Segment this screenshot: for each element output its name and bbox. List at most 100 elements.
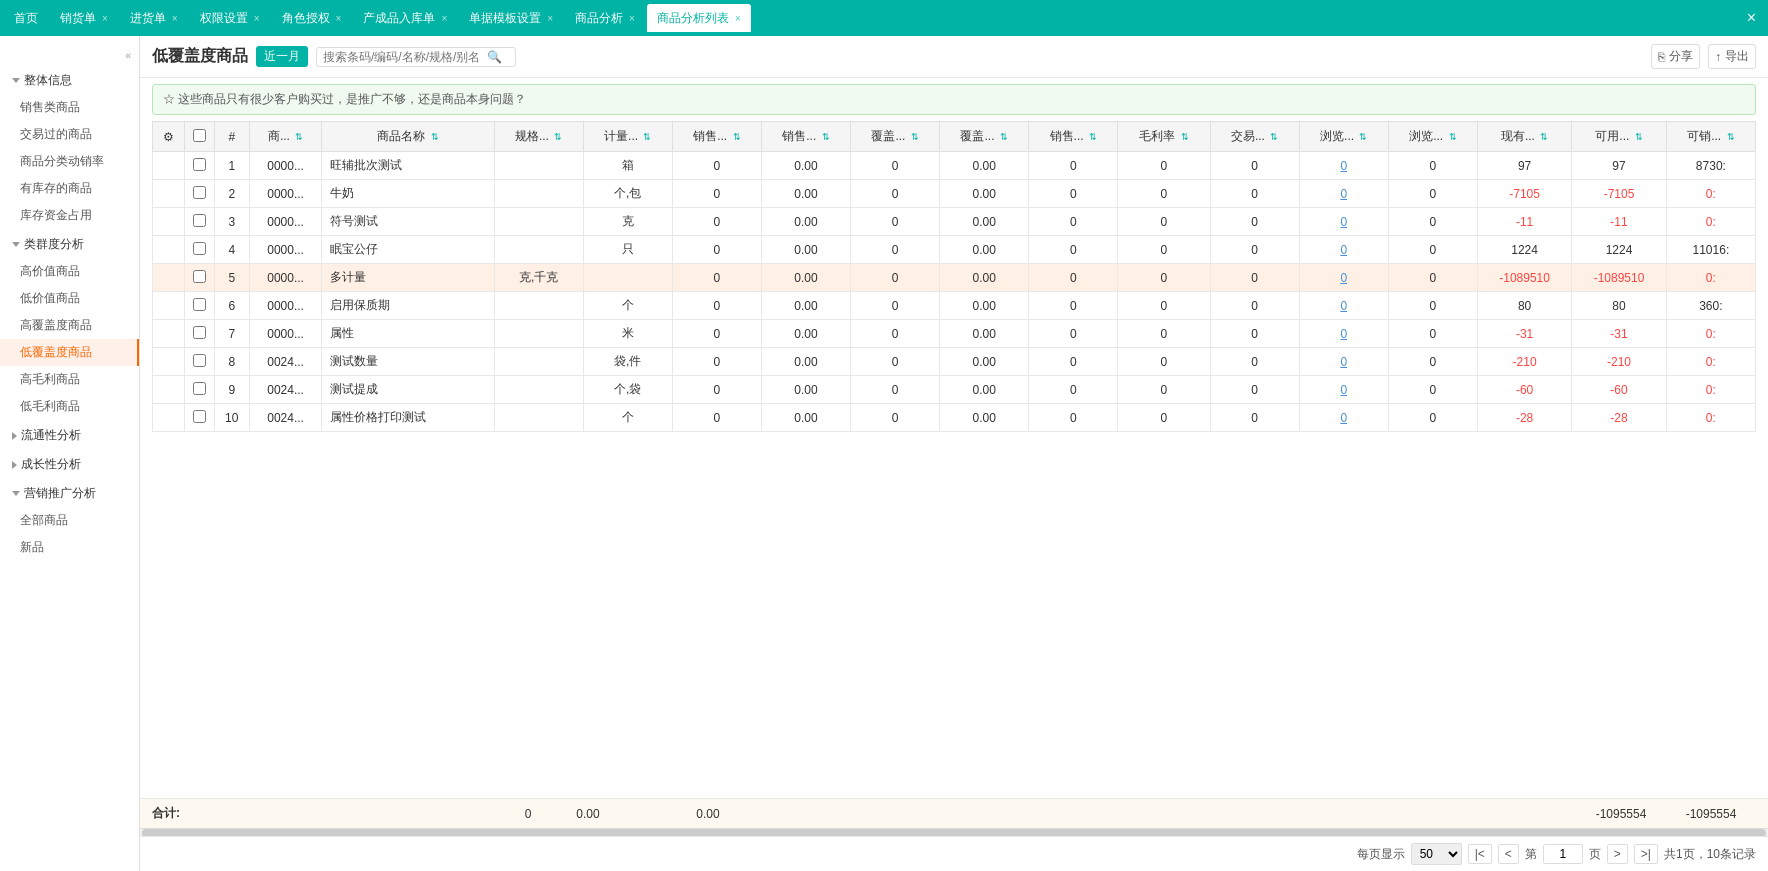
close-analysis-tab[interactable]: × (629, 13, 635, 24)
th-spec[interactable]: 规格... ⇅ (494, 122, 583, 152)
td-view1[interactable]: 0 (1299, 208, 1388, 236)
th-view2[interactable]: 浏览... ⇅ (1388, 122, 1477, 152)
nav-tab-production[interactable]: 产成品入库单 × (353, 4, 457, 32)
prev-page-btn[interactable]: < (1498, 844, 1519, 864)
sidebar-item-low-coverage[interactable]: 低覆盖度商品 (0, 339, 139, 366)
settings-icon[interactable]: ⚙ (163, 130, 174, 144)
td-checkbox[interactable] (184, 348, 214, 376)
close-production-tab[interactable]: × (441, 13, 447, 24)
sidebar-item-category-rate[interactable]: 商品分类动销率 (0, 148, 139, 175)
nav-tab-purchase[interactable]: 进货单 × (120, 4, 188, 32)
close-template-tab[interactable]: × (547, 13, 553, 24)
th-settings[interactable]: ⚙ (153, 122, 185, 152)
sidebar-item-new-goods[interactable]: 新品 (0, 534, 139, 561)
td-view1[interactable]: 0 (1299, 292, 1388, 320)
select-all-checkbox[interactable] (193, 129, 206, 142)
sidebar-item-stock-funds[interactable]: 库存资金占用 (0, 202, 139, 229)
row-checkbox[interactable] (193, 354, 206, 367)
td-checkbox[interactable] (184, 180, 214, 208)
row-checkbox[interactable] (193, 186, 206, 199)
td-checkbox[interactable] (184, 404, 214, 432)
nav-tab-analysis[interactable]: 商品分析 × (565, 4, 645, 32)
window-close-button[interactable]: × (1739, 9, 1764, 27)
sidebar-item-low-value[interactable]: 低价值商品 (0, 285, 139, 312)
th-cover2[interactable]: 覆盖... ⇅ (940, 122, 1029, 152)
sidebar-item-low-margin[interactable]: 低毛利商品 (0, 393, 139, 420)
sidebar-item-sales-goods[interactable]: 销售类商品 (0, 94, 139, 121)
sidebar-item-high-value[interactable]: 高价值商品 (0, 258, 139, 285)
row-checkbox[interactable] (193, 382, 206, 395)
row-checkbox[interactable] (193, 410, 206, 423)
page-size-select[interactable]: 50 20 100 (1411, 843, 1462, 865)
page-input[interactable] (1543, 844, 1583, 864)
close-permissions-tab[interactable]: × (254, 13, 260, 24)
th-cover1[interactable]: 覆盖... ⇅ (851, 122, 940, 152)
close-roles-tab[interactable]: × (336, 13, 342, 24)
sidebar-group-cluster-title[interactable]: 类群度分析 (0, 231, 139, 258)
td-view1[interactable]: 0 (1299, 236, 1388, 264)
sidebar-collapse-btn[interactable]: « (121, 46, 135, 65)
sidebar-group-marketing-title[interactable]: 营销推广分析 (0, 480, 139, 507)
row-checkbox[interactable] (193, 214, 206, 227)
search-icon[interactable]: 🔍 (487, 50, 502, 64)
th-sales3[interactable]: 销售... ⇅ (1029, 122, 1118, 152)
td-view1[interactable]: 0 (1299, 404, 1388, 432)
th-code[interactable]: 商... ⇅ (249, 122, 321, 152)
th-stock[interactable]: 现有... ⇅ (1477, 122, 1571, 152)
row-checkbox[interactable] (193, 158, 206, 171)
close-analysis-list-tab[interactable]: × (735, 13, 741, 24)
nav-tab-home[interactable]: 首页 (4, 4, 48, 32)
row-checkbox[interactable] (193, 326, 206, 339)
row-checkbox[interactable] (193, 242, 206, 255)
nav-tab-analysis-list[interactable]: 商品分析列表 × (647, 4, 751, 32)
td-view1[interactable]: 0 (1299, 348, 1388, 376)
th-avail[interactable]: 可用... ⇅ (1572, 122, 1666, 152)
sidebar-item-high-coverage[interactable]: 高覆盖度商品 (0, 312, 139, 339)
sidebar-item-high-margin[interactable]: 高毛利商品 (0, 366, 139, 393)
th-margin[interactable]: 毛利率 ⇅ (1118, 122, 1210, 152)
td-view1[interactable]: 0 (1299, 180, 1388, 208)
row-checkbox[interactable] (193, 270, 206, 283)
nav-tab-permissions[interactable]: 权限设置 × (190, 4, 270, 32)
sidebar-item-stock-goods[interactable]: 有库存的商品 (0, 175, 139, 202)
row-checkbox[interactable] (193, 298, 206, 311)
search-input[interactable] (323, 50, 483, 64)
td-view1[interactable]: 0 (1299, 320, 1388, 348)
th-checkbox[interactable] (184, 122, 214, 152)
td-checkbox[interactable] (184, 264, 214, 292)
close-purchase-tab[interactable]: × (172, 13, 178, 24)
td-checkbox[interactable] (184, 320, 214, 348)
th-view1[interactable]: 浏览... ⇅ (1299, 122, 1388, 152)
th-unit[interactable]: 计量... ⇅ (583, 122, 672, 152)
sidebar-group-growth-title[interactable]: 成长性分析 (0, 451, 139, 478)
td-checkbox[interactable] (184, 152, 214, 180)
next-page-btn[interactable]: > (1607, 844, 1628, 864)
td-view1[interactable]: 0 (1299, 376, 1388, 404)
share-button[interactable]: ⎘ 分享 (1651, 44, 1700, 69)
table-wrapper[interactable]: ⚙ # 商... ⇅ 商品名称 (140, 121, 1768, 798)
sidebar-item-traded-goods[interactable]: 交易过的商品 (0, 121, 139, 148)
th-sellable[interactable]: 可销... ⇅ (1666, 122, 1755, 152)
nav-tab-sales[interactable]: 销货单 × (50, 4, 118, 32)
sidebar-group-overall-title[interactable]: 整体信息 (0, 67, 139, 94)
th-sales-amt[interactable]: 销售... ⇅ (761, 122, 850, 152)
td-checkbox[interactable] (184, 208, 214, 236)
th-name[interactable]: 商品名称 ⇅ (322, 122, 494, 152)
th-sales-qty[interactable]: 销售... ⇅ (672, 122, 761, 152)
sidebar-item-all-goods[interactable]: 全部商品 (0, 507, 139, 534)
period-button[interactable]: 近一月 (256, 46, 308, 67)
td-checkbox[interactable] (184, 236, 214, 264)
sidebar-group-circulation-title[interactable]: 流通性分析 (0, 422, 139, 449)
first-page-btn[interactable]: |< (1468, 844, 1492, 864)
horizontal-scrollbar[interactable] (140, 828, 1768, 836)
nav-tab-roles[interactable]: 角色授权 × (272, 4, 352, 32)
td-checkbox[interactable] (184, 376, 214, 404)
export-button[interactable]: ↑ 导出 (1708, 44, 1756, 69)
th-trade[interactable]: 交易... ⇅ (1210, 122, 1299, 152)
td-view1[interactable]: 0 (1299, 264, 1388, 292)
last-page-btn[interactable]: >| (1634, 844, 1658, 864)
close-sales-tab[interactable]: × (102, 13, 108, 24)
td-view1[interactable]: 0 (1299, 152, 1388, 180)
nav-tab-template[interactable]: 单据模板设置 × (459, 4, 563, 32)
td-checkbox[interactable] (184, 292, 214, 320)
